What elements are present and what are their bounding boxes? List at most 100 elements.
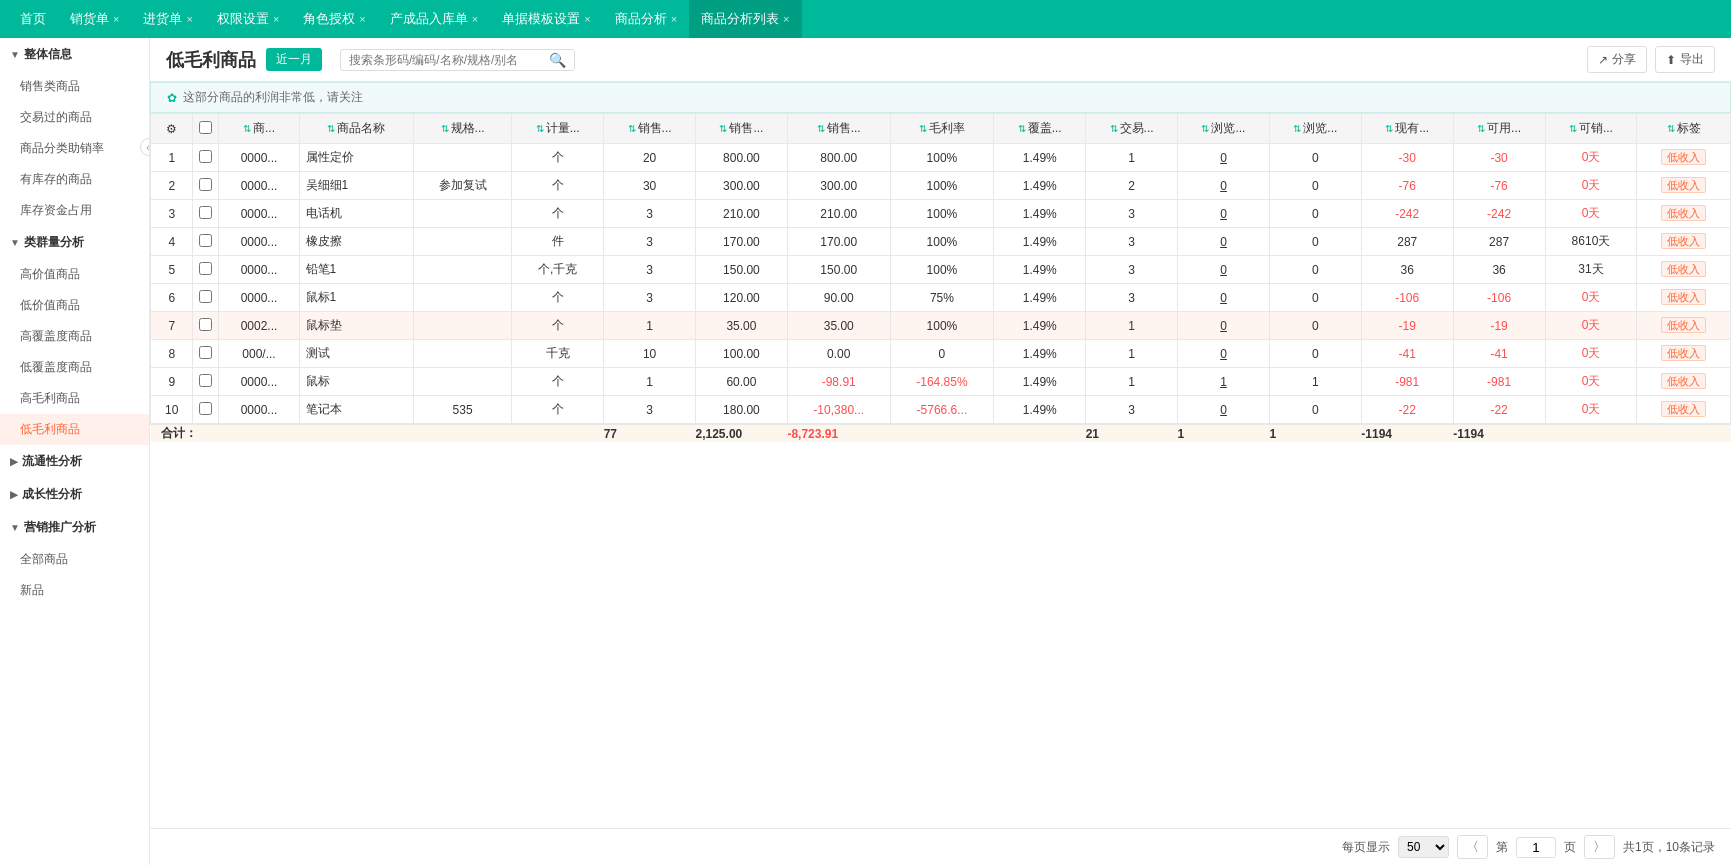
next-page-button[interactable]: 〉 <box>1584 835 1615 859</box>
row-name: 测试 <box>299 340 413 368</box>
share-button[interactable]: ↗ 分享 <box>1587 46 1647 73</box>
sidebar-section-liquidity[interactable]: ▶ 流通性分析 <box>0 445 149 478</box>
row-checkbox[interactable] <box>193 312 219 340</box>
row-view1[interactable]: 0 <box>1178 144 1270 172</box>
nav-template-settings[interactable]: 单据模板设置 × <box>490 0 602 38</box>
nav-role-auth[interactable]: 角色授权 × <box>291 0 377 38</box>
row-checkbox[interactable] <box>193 228 219 256</box>
row-checkbox[interactable] <box>193 172 219 200</box>
col-coverage[interactable]: ⇅覆盖... <box>994 114 1086 144</box>
nav-product-analysis[interactable]: 商品分析 × <box>603 0 689 38</box>
select-all-checkbox[interactable] <box>199 121 212 134</box>
sidebar-item-stock-products[interactable]: 有库存的商品 <box>0 164 149 195</box>
row-sales-amt: 800.00 <box>696 144 788 172</box>
row-view1[interactable]: 0 <box>1178 284 1270 312</box>
sidebar-item-sales-products[interactable]: 销售类商品 <box>0 71 149 102</box>
col-settings[interactable]: ⚙ <box>151 114 193 144</box>
nav-product-analysis-list[interactable]: 商品分析列表 × <box>689 0 801 38</box>
close-icon[interactable]: × <box>783 13 789 25</box>
close-icon[interactable]: × <box>273 13 279 25</box>
row-view1[interactable]: 1 <box>1178 368 1270 396</box>
nav-purchase-order[interactable]: 进货单 × <box>131 0 204 38</box>
row-view1[interactable]: 0 <box>1178 256 1270 284</box>
col-sales-profit[interactable]: ⇅销售... <box>787 114 890 144</box>
col-code[interactable]: ⇅商... <box>219 114 299 144</box>
col-view2[interactable]: ⇅浏览... <box>1269 114 1361 144</box>
row-view1[interactable]: 0 <box>1178 228 1270 256</box>
row-name: 鼠标1 <box>299 284 413 312</box>
sidebar-section-growth[interactable]: ▶ 成长性分析 <box>0 478 149 511</box>
search-input[interactable] <box>349 53 549 67</box>
row-code: 0000... <box>219 284 299 312</box>
sidebar-section-marketing[interactable]: ▼ 营销推广分析 <box>0 511 149 544</box>
close-icon[interactable]: × <box>472 13 478 25</box>
col-gross-margin[interactable]: ⇅毛利率 <box>890 114 994 144</box>
sidebar-item-low-coverage[interactable]: 低覆盖度商品 <box>0 352 149 383</box>
col-unit[interactable]: ⇅计量... <box>512 114 604 144</box>
col-tag[interactable]: ⇅标签 <box>1637 114 1731 144</box>
col-salable-stock[interactable]: ⇅可销... <box>1545 114 1637 144</box>
row-checkbox[interactable] <box>193 144 219 172</box>
nav-sales-order[interactable]: 销货单 × <box>58 0 131 38</box>
nav-product-inbound[interactable]: 产成品入库单 × <box>378 0 490 38</box>
row-view1[interactable]: 0 <box>1178 396 1270 425</box>
col-trade-count[interactable]: ⇅交易... <box>1086 114 1178 144</box>
close-icon[interactable]: × <box>584 13 590 25</box>
row-sales-qty: 3 <box>604 396 696 425</box>
sidebar-item-all-products[interactable]: 全部商品 <box>0 544 149 575</box>
col-sales-amt[interactable]: ⇅销售... <box>696 114 788 144</box>
col-select-all[interactable] <box>193 114 219 144</box>
close-icon[interactable]: × <box>113 13 119 25</box>
close-icon[interactable]: × <box>671 13 677 25</box>
row-checkbox[interactable] <box>193 368 219 396</box>
sidebar-section-overview[interactable]: ▼ 整体信息 <box>0 38 149 71</box>
sidebar-item-high-coverage[interactable]: 高覆盖度商品 <box>0 321 149 352</box>
row-name: 鼠标 <box>299 368 413 396</box>
nav-home[interactable]: 首页 <box>8 0 58 38</box>
page-suffix: 页 <box>1564 839 1576 856</box>
col-available-stock[interactable]: ⇅可用... <box>1453 114 1545 144</box>
prev-page-button[interactable]: 〈 <box>1457 835 1488 859</box>
page-number-input[interactable] <box>1516 837 1556 858</box>
row-salable-stock: 0天 <box>1545 312 1637 340</box>
sidebar: ▼ 整体信息 销售类商品 交易过的商品 商品分类助销率 有库存的商品 库存资金占… <box>0 38 150 865</box>
sidebar-item-category-rate[interactable]: 商品分类助销率 <box>0 133 149 164</box>
row-checkbox[interactable] <box>193 200 219 228</box>
table-row: 4 0000... 橡皮擦 件 3 170.00 170.00 100% 1.4… <box>151 228 1731 256</box>
row-sales-profit: 800.00 <box>787 144 890 172</box>
row-checkbox[interactable] <box>193 340 219 368</box>
row-view1[interactable]: 0 <box>1178 172 1270 200</box>
row-checkbox[interactable] <box>193 256 219 284</box>
col-view1[interactable]: ⇅浏览... <box>1178 114 1270 144</box>
per-page-select[interactable]: 50 100 200 <box>1398 836 1449 858</box>
sidebar-section-cluster[interactable]: ▼ 类群量分析 <box>0 226 149 259</box>
row-checkbox[interactable] <box>193 284 219 312</box>
row-view1[interactable]: 0 <box>1178 340 1270 368</box>
chevron-down-icon: ▼ <box>10 522 20 533</box>
row-trade-count: 1 <box>1086 312 1178 340</box>
close-icon[interactable]: × <box>186 13 192 25</box>
row-available-stock: -41 <box>1453 340 1545 368</box>
close-icon[interactable]: × <box>359 13 365 25</box>
sidebar-item-low-margin[interactable]: 低毛利商品 <box>0 414 149 445</box>
col-sales-qty[interactable]: ⇅销售... <box>604 114 696 144</box>
export-button[interactable]: ⬆ 导出 <box>1655 46 1715 73</box>
sidebar-item-low-value[interactable]: 低价值商品 <box>0 290 149 321</box>
col-current-stock[interactable]: ⇅现有... <box>1361 114 1453 144</box>
search-icon[interactable]: 🔍 <box>549 52 566 68</box>
sidebar-item-capital[interactable]: 库存资金占用 <box>0 195 149 226</box>
row-view1[interactable]: 0 <box>1178 200 1270 228</box>
time-filter-button[interactable]: 近一月 <box>266 48 322 71</box>
sidebar-item-traded-products[interactable]: 交易过的商品 <box>0 102 149 133</box>
nav-permission-settings[interactable]: 权限设置 × <box>205 0 291 38</box>
per-page-label: 每页显示 <box>1342 839 1390 856</box>
col-name[interactable]: ⇅商品名称 <box>299 114 413 144</box>
sidebar-item-new-products[interactable]: 新品 <box>0 575 149 606</box>
row-view1[interactable]: 0 <box>1178 312 1270 340</box>
col-spec[interactable]: ⇅规格... <box>413 114 511 144</box>
row-checkbox[interactable] <box>193 396 219 425</box>
row-sales-qty: 3 <box>604 256 696 284</box>
sidebar-item-high-value[interactable]: 高价值商品 <box>0 259 149 290</box>
sidebar-item-high-margin[interactable]: 高毛利商品 <box>0 383 149 414</box>
table-row: 9 0000... 鼠标 个 1 60.00 -98.91 -164.85% 1… <box>151 368 1731 396</box>
